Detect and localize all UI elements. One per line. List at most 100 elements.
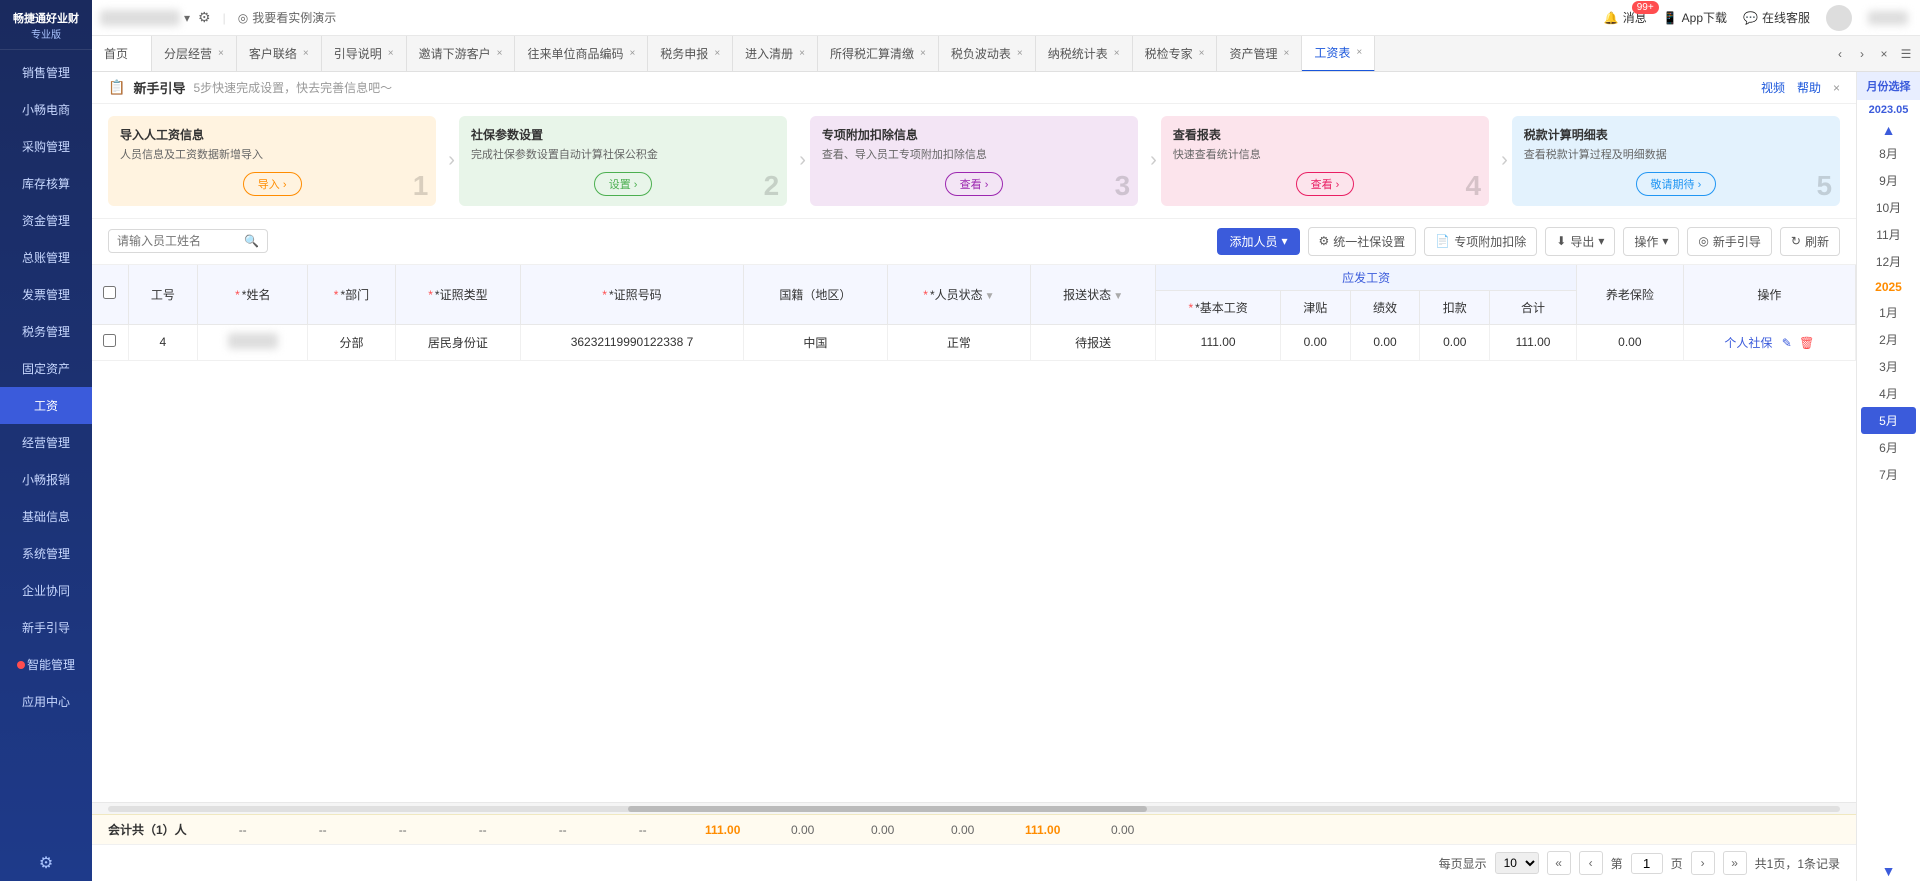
tab-close-clearance[interactable]: × [799,48,805,59]
tab-close-product-code[interactable]: × [629,48,635,59]
month-jul[interactable]: 7月 [1857,461,1920,488]
sidebar-item-sales[interactable]: 销售管理 [0,54,92,91]
month-aug[interactable]: 8月 [1857,140,1920,167]
tab-clearance[interactable]: 进入清册 × [733,36,818,72]
tab-close-tax-stats[interactable]: × [1114,48,1120,59]
prev-page-button[interactable]: ‹ [1579,851,1603,875]
row-checkbox[interactable] [103,334,116,347]
month-mar[interactable]: 3月 [1857,353,1920,380]
next-page-button[interactable]: › [1691,851,1715,875]
select-all-checkbox[interactable] [103,286,116,299]
month-sep[interactable]: 9月 [1857,167,1920,194]
tab-invite[interactable]: 邀请下游客户 × [407,36,516,72]
online-service-button[interactable]: 💬 在线客服 [1743,9,1810,26]
last-page-button[interactable]: » [1723,851,1747,875]
month-next-button[interactable]: ▼ [1857,861,1920,881]
month-oct[interactable]: 10月 [1857,194,1920,221]
td-checkbox[interactable] [92,324,128,360]
sidebar-item-system[interactable]: 系统管理 [0,535,92,572]
sidebar-item-apps[interactable]: 应用中心 [0,683,92,720]
action-edit-icon[interactable]: ✎ [1782,336,1792,350]
sidebar-item-inventory[interactable]: 库存核算 [0,165,92,202]
message-button[interactable]: 🔔 消息 99+ [1604,9,1647,26]
tab-tax-filing[interactable]: 税务申报 × [648,36,733,72]
tab-customer[interactable]: 客户联络 × [237,36,322,72]
horizontal-scrollbar[interactable] [92,802,1856,814]
current-page-input[interactable] [1631,853,1663,874]
settings-icon[interactable]: ⚙ [8,853,84,873]
tab-close-layered-ops[interactable]: × [218,48,224,59]
tab-close-invite[interactable]: × [497,48,503,59]
tab-product-code[interactable]: 往来单位商品编码 × [515,36,648,72]
company-selector[interactable]: ▾ [100,10,190,26]
month-prev-button[interactable]: ▲ [1857,120,1920,140]
report-filter-icon[interactable]: ▼ [1113,291,1123,302]
month-jan[interactable]: 1月 [1857,299,1920,326]
sidebar-item-collab[interactable]: 企业协同 [0,572,92,609]
guide-help-link[interactable]: 帮助 [1797,79,1821,96]
status-filter-icon[interactable]: ▼ [985,291,995,302]
sidebar-item-finance[interactable]: 资金管理 [0,202,92,239]
tab-payroll[interactable]: 工资表 × [1302,36,1375,72]
month-dec[interactable]: 12月 [1857,248,1920,275]
sidebar-item-purchase[interactable]: 采购管理 [0,128,92,165]
new-guide-button[interactable]: ◎ 新手引导 [1687,227,1772,256]
tab-layered-ops[interactable]: 分层经营 × [152,36,237,72]
search-field[interactable]: 🔍 [108,229,268,253]
tab-home[interactable]: 首页 [92,36,152,72]
sidebar-item-ecommerce[interactable]: 小畅电商 [0,91,92,128]
tab-tax-burden[interactable]: 税负波动表 × [939,36,1036,72]
step-1-button[interactable]: 导入 › [243,172,302,196]
sidebar-item-ledger[interactable]: 总账管理 [0,239,92,276]
th-select-all[interactable] [92,265,128,325]
operation-button[interactable]: 操作 ▾ [1623,227,1679,256]
guide-close-button[interactable]: × [1833,81,1840,95]
scrollbar-thumb[interactable] [628,806,1148,812]
step-2-button[interactable]: 设置 › [594,172,653,196]
tabs-close-all-button[interactable]: × [1874,44,1894,64]
step-4-button[interactable]: 查看 › [1296,172,1355,196]
search-input[interactable] [117,234,240,248]
special-deduction-button[interactable]: 📄 专项附加扣除 [1424,227,1537,256]
user-avatar[interactable] [1826,5,1852,31]
sidebar-item-operations[interactable]: 经营管理 [0,424,92,461]
sidebar-item-guide[interactable]: 新手引导 [0,609,92,646]
topbar-settings-icon[interactable]: ⚙ [198,9,211,26]
sidebar-item-invoice[interactable]: 发票管理 [0,276,92,313]
username[interactable] [1868,11,1908,25]
step-3-button[interactable]: 查看 › [945,172,1004,196]
refresh-button[interactable]: ↻ 刷新 [1780,227,1840,256]
add-employee-button[interactable]: 添加人员 ▾ [1217,228,1299,255]
tab-close-asset-mgmt[interactable]: × [1283,48,1289,59]
sidebar-item-ai[interactable]: 智能管理 [0,646,92,683]
demo-link[interactable]: ◎ 我要看实例演示 [238,9,337,26]
month-may[interactable]: 5月 [1861,407,1916,434]
tabs-menu-button[interactable]: ☰ [1896,44,1916,64]
month-jun[interactable]: 6月 [1857,434,1920,461]
sidebar-item-expense[interactable]: 小畅报销 [0,461,92,498]
month-apr[interactable]: 4月 [1857,380,1920,407]
tab-close-income-tax[interactable]: × [920,48,926,59]
guide-video-link[interactable]: 视频 [1761,79,1785,96]
tab-close-tax-burden[interactable]: × [1017,48,1023,59]
social-insurance-settings-button[interactable]: ⚙ 统一社保设置 [1308,227,1417,256]
tabs-prev-button[interactable]: ‹ [1830,44,1850,64]
sidebar-item-basic[interactable]: 基础信息 [0,498,92,535]
per-page-select[interactable]: 10 20 50 [1495,852,1539,874]
tab-close-guide[interactable]: × [388,48,394,59]
tab-close-tax-expert[interactable]: × [1199,48,1205,59]
tab-guide[interactable]: 引导说明 × [322,36,407,72]
personal-insurance-link[interactable]: 个人社保 [1724,336,1772,350]
month-nov[interactable]: 11月 [1857,221,1920,248]
tab-income-tax[interactable]: 所得税汇算清缴 × [818,36,939,72]
tabs-next-button[interactable]: › [1852,44,1872,64]
tab-tax-expert[interactable]: 税检专家 × [1133,36,1218,72]
action-delete-icon[interactable]: 🗑 [1799,336,1814,350]
tab-close-customer[interactable]: × [303,48,309,59]
export-button[interactable]: ⬇ 导出 ▾ [1545,227,1615,256]
month-feb[interactable]: 2月 [1857,326,1920,353]
sidebar-item-payroll[interactable]: 工资 [0,387,92,424]
first-page-button[interactable]: « [1547,851,1571,875]
sidebar-item-assets[interactable]: 固定资产 [0,350,92,387]
tab-close-tax-filing[interactable]: × [714,48,720,59]
